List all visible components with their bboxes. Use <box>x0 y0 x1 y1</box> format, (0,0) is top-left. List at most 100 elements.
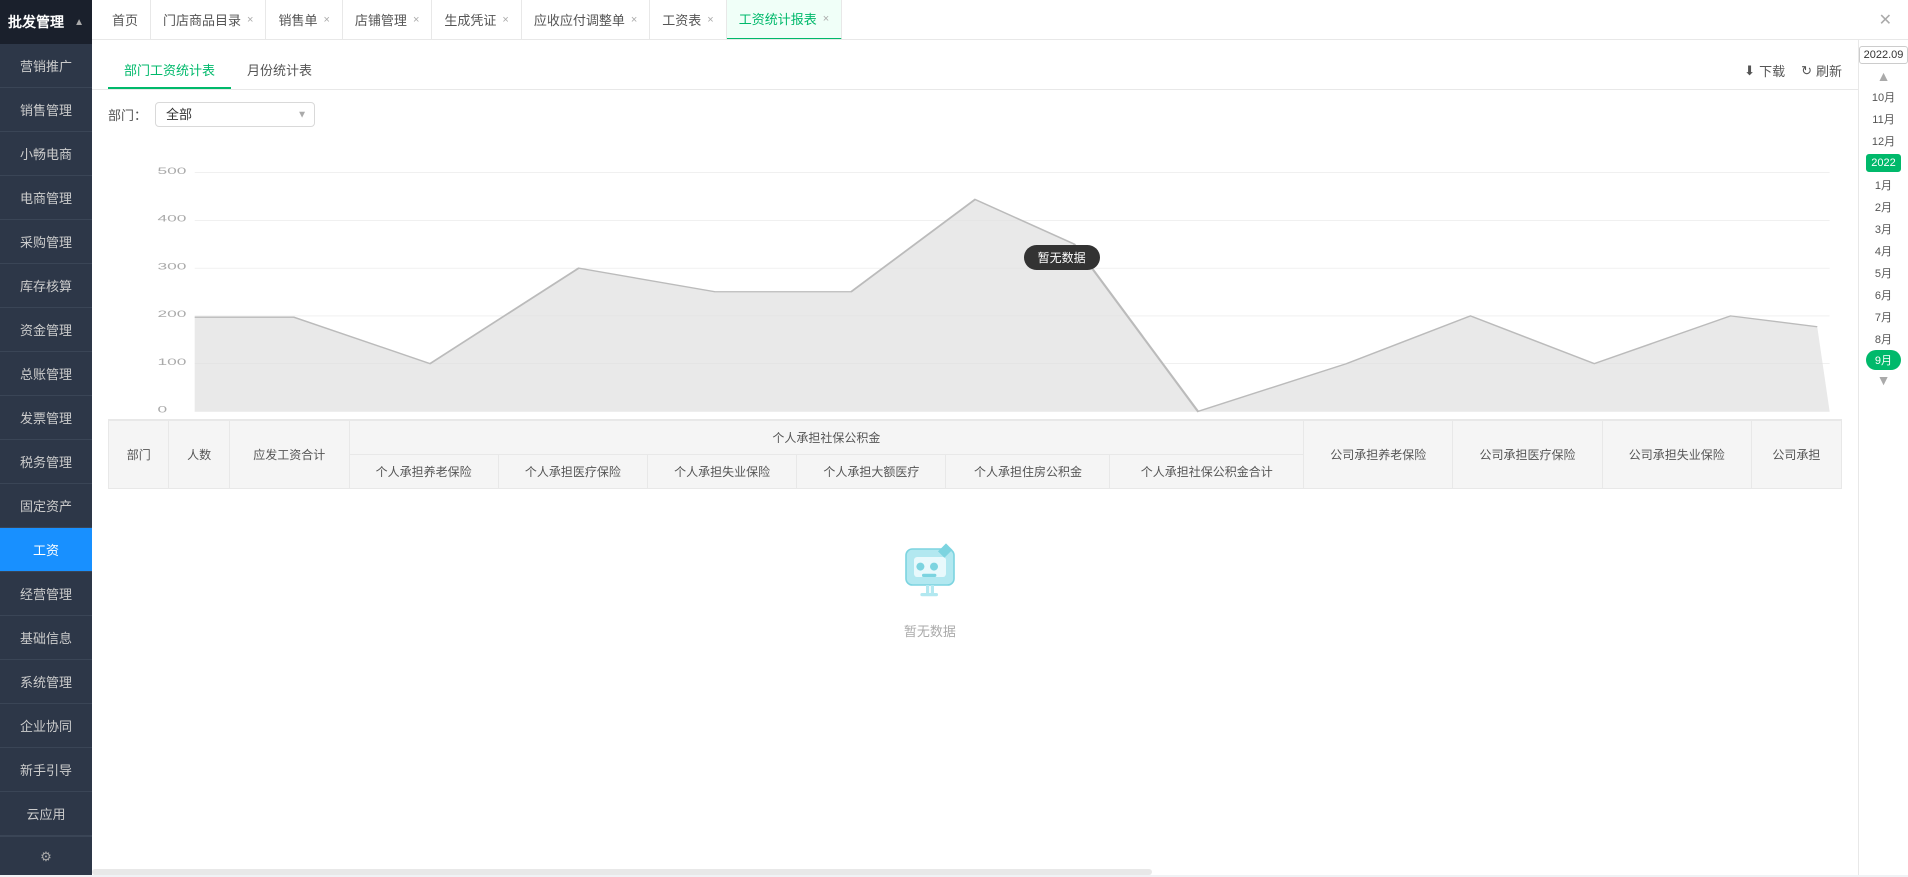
tab-dept-stats[interactable]: 部门工资统计表 <box>108 52 231 89</box>
tab-4[interactable]: 生成凭证× <box>432 0 521 40</box>
timeline-month-1月[interactable]: 1月 <box>1866 174 1900 196</box>
svg-text:400: 400 <box>158 214 187 224</box>
chart-no-data-label: 暂无数据 <box>1038 251 1086 265</box>
chart-area: 0 100 200 300 400 500 <box>92 139 1858 875</box>
sidebar-item-发票管理[interactable]: 发票管理 <box>0 396 92 440</box>
timeline-month-9月[interactable]: 9月 <box>1866 350 1900 370</box>
col-personal-medical: 个人承担医疗保险 <box>498 455 647 489</box>
chart-no-data-tooltip: 暂无数据 <box>1024 245 1100 270</box>
timeline-month-6月[interactable]: 6月 <box>1866 284 1900 306</box>
tab-close-3[interactable]: × <box>413 14 419 26</box>
data-table: 部门 人数 应发工资合计 个人承担社保公积金 公司承担养老保险 公司承担医疗保险… <box>108 420 1842 679</box>
dept-select[interactable]: 全部 销售部 采购部 财务部 人事部 <box>155 102 315 127</box>
col-company-pension: 公司承担养老保险 <box>1304 421 1453 489</box>
svg-text:300: 300 <box>158 262 187 272</box>
sidebar-item-总账管理[interactable]: 总账管理 <box>0 352 92 396</box>
sub-tabs-actions: ⬇ 下载 ↻ 刷新 <box>1744 61 1842 80</box>
data-table-wrapper[interactable]: 部门 人数 应发工资合计 个人承担社保公积金 公司承担养老保险 公司承担医疗保险… <box>108 419 1842 679</box>
tab-close-5[interactable]: × <box>631 14 637 26</box>
col-personal-major-medical: 个人承担大额医疗 <box>797 455 946 489</box>
sidebar-header[interactable]: 批发管理 ▲ <box>0 0 92 44</box>
sidebar-item-工资[interactable]: 工资 <box>0 528 92 572</box>
sidebar-items: 营销推广销售管理小畅电商电商管理采购管理库存核算资金管理总账管理发票管理税务管理… <box>0 44 92 836</box>
dept-select-wrapper: 全部 销售部 采购部 财务部 人事部 ▼ <box>155 102 315 127</box>
tabs-container: 首页门店商品目录×销售单×店铺管理×生成凭证×应收应付调整单×工资表×工资统计报… <box>100 0 1871 40</box>
sidebar-item-采购管理[interactable]: 采购管理 <box>0 220 92 264</box>
sidebar-item-新手引导[interactable]: 新手引导 <box>0 748 92 792</box>
col-company-unemployment: 公司承担失业保险 <box>1602 421 1751 489</box>
sidebar-item-云应用[interactable]: 云应用 <box>0 792 92 836</box>
sidebar-item-系统管理[interactable]: 系统管理 <box>0 660 92 704</box>
tab-close-4[interactable]: × <box>502 14 508 26</box>
sidebar-item-企业协同[interactable]: 企业协同 <box>0 704 92 748</box>
col-personal-housing: 个人承担住房公积金 <box>946 455 1110 489</box>
sidebar-item-基础信息[interactable]: 基础信息 <box>0 616 92 660</box>
svg-text:100: 100 <box>158 357 187 367</box>
sub-tabs-left: 部门工资统计表 月份统计表 <box>108 52 328 89</box>
col-dept: 部门 <box>109 421 169 489</box>
timeline-nav-up[interactable]: ▲ <box>1875 66 1893 86</box>
refresh-button[interactable]: ↻ 刷新 <box>1801 61 1842 80</box>
sub-tabs-bar: 部门工资统计表 月份统计表 ⬇ 下载 ↻ 刷新 <box>92 40 1858 90</box>
sidebar-item-资金管理[interactable]: 资金管理 <box>0 308 92 352</box>
col-personal-total: 个人承担社保公积金合计 <box>1110 455 1304 489</box>
window-close-button[interactable]: ✕ <box>1871 10 1900 30</box>
sidebar-title: 批发管理 <box>8 12 64 32</box>
sidebar-footer-settings[interactable]: ⚙ <box>0 836 92 877</box>
col-headcount: 人数 <box>169 421 229 489</box>
tab-close-1[interactable]: × <box>247 14 253 26</box>
sidebar-item-电商管理[interactable]: 电商管理 <box>0 176 92 220</box>
sidebar: 批发管理 ▲ 营销推广销售管理小畅电商电商管理采购管理库存核算资金管理总账管理发… <box>0 0 92 875</box>
tab-label-1: 门店商品目录 <box>163 10 241 29</box>
tab-bar: 首页门店商品目录×销售单×店铺管理×生成凭证×应收应付调整单×工资表×工资统计报… <box>92 0 1908 40</box>
sidebar-item-税务管理[interactable]: 税务管理 <box>0 440 92 484</box>
svg-text:0: 0 <box>158 405 168 415</box>
tab-close-6[interactable]: × <box>707 14 713 26</box>
timeline-items: 10月11月12月 2022 1月2月3月4月5月6月7月8月9月 <box>1866 86 1900 370</box>
download-button[interactable]: ⬇ 下载 <box>1744 61 1785 80</box>
settings-icon: ⚙ <box>40 849 52 864</box>
timeline-month-2月[interactable]: 2月 <box>1866 196 1900 218</box>
tab-2[interactable]: 销售单× <box>266 0 342 40</box>
sidebar-item-销售管理[interactable]: 销售管理 <box>0 88 92 132</box>
col-personal-unemployment: 个人承担失业保险 <box>647 455 796 489</box>
tab-3[interactable]: 店铺管理 × <box>343 0 432 40</box>
sidebar-item-固定资产[interactable]: 固定资产 <box>0 484 92 528</box>
refresh-icon: ↻ <box>1801 63 1812 79</box>
timeline-month-3月[interactable]: 3月 <box>1866 218 1900 240</box>
timeline-year-label[interactable]: 2022.09 <box>1859 46 1908 64</box>
sidebar-item-经营管理[interactable]: 经营管理 <box>0 572 92 616</box>
sidebar-item-库存核算[interactable]: 库存核算 <box>0 264 92 308</box>
main-area: 首页门店商品目录×销售单×店铺管理×生成凭证×应收应付调整单×工资表×工资统计报… <box>92 0 1908 875</box>
timeline-month-11月[interactable]: 11月 <box>1866 108 1900 130</box>
timeline-month-12月[interactable]: 12月 <box>1866 130 1900 152</box>
tab-7[interactable]: 工资统计报表 × <box>727 0 842 40</box>
timeline-year-2022[interactable]: 2022 <box>1866 154 1900 172</box>
tab-month-stats[interactable]: 月份统计表 <box>231 52 328 89</box>
dept-label: 部门： <box>108 105 147 124</box>
timeline-nav-down[interactable]: ▼ <box>1875 370 1893 390</box>
chart-svg: 0 100 200 300 400 500 <box>108 139 1842 419</box>
content-area: 部门工资统计表 月份统计表 ⬇ 下载 ↻ 刷新 部门： <box>92 40 1908 875</box>
timeline-month-5月[interactable]: 5月 <box>1866 262 1900 284</box>
timeline-month-7月[interactable]: 7月 <box>1866 306 1900 328</box>
sidebar-item-营销推广[interactable]: 营销推广 <box>0 44 92 88</box>
tab-0[interactable]: 首页 <box>100 0 151 40</box>
tab-1[interactable]: 门店商品目录 × <box>151 0 266 40</box>
page: 部门工资统计表 月份统计表 ⬇ 下载 ↻ 刷新 部门： <box>92 40 1858 875</box>
tab-label-3: 店铺管理 <box>355 10 407 29</box>
timeline-month-10月[interactable]: 10月 <box>1866 86 1900 108</box>
tab-5[interactable]: 应收应付调整单 × <box>522 0 650 40</box>
tab-label-7: 工资统计报表 <box>739 9 817 28</box>
timeline-month-8月[interactable]: 8月 <box>1866 328 1900 350</box>
download-label: 下载 <box>1759 61 1785 80</box>
tab-6[interactable]: 工资表× <box>650 0 726 40</box>
tab-close-7[interactable]: × <box>823 13 829 25</box>
col-company-other: 公司承担 <box>1751 421 1841 489</box>
empty-row: 暂无数据 <box>109 489 1842 680</box>
tab-close-2[interactable]: × <box>323 14 329 26</box>
timeline-month-4月[interactable]: 4月 <box>1866 240 1900 262</box>
col-personal-pension: 个人承担养老保险 <box>349 455 498 489</box>
sidebar-item-小畅电商[interactable]: 小畅电商 <box>0 132 92 176</box>
tab-label-5: 应收应付调整单 <box>534 10 625 29</box>
